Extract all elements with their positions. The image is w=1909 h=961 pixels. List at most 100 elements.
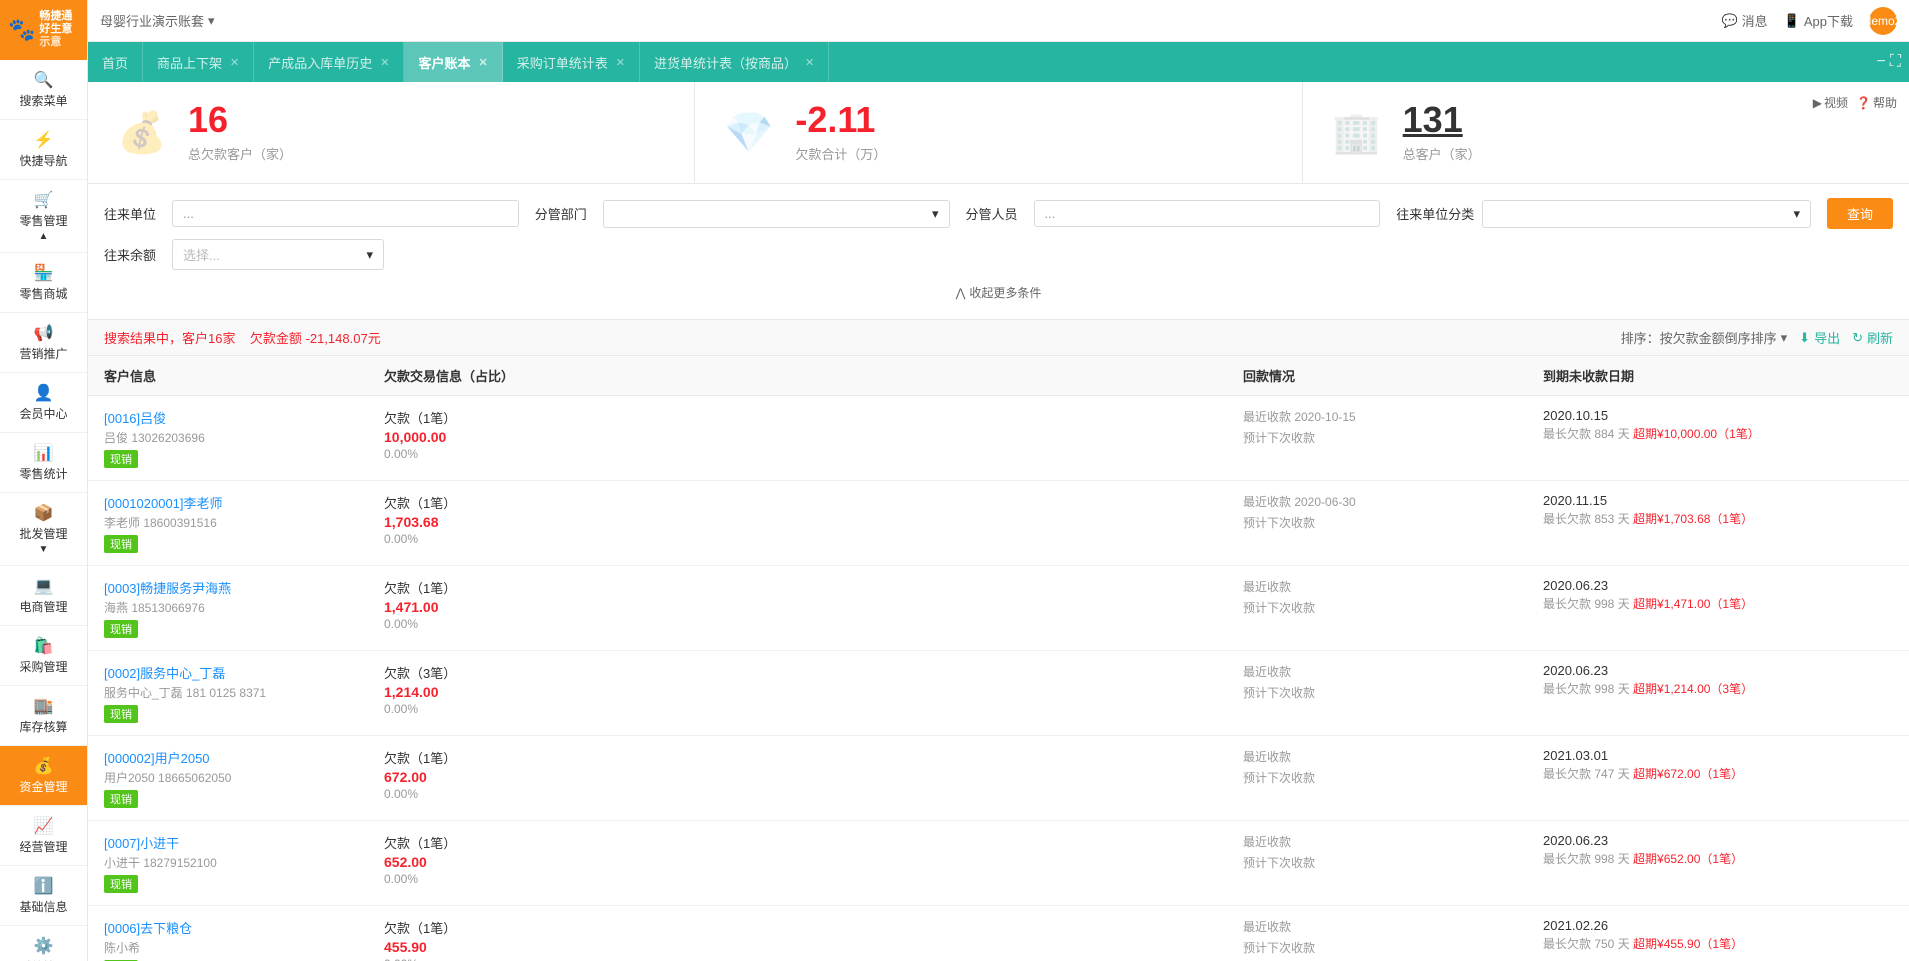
results-amount: 欠款金额 -21,148.07元 (250, 331, 381, 346)
overdue-days-6: 最长欠款 750 天 超期¥455.90（1笔） (1543, 935, 1893, 952)
export-button[interactable]: ⬇ 导出 (1799, 328, 1840, 347)
customer-tag-2: 现销 (104, 620, 138, 638)
recovery-next-3: 预计下次收款 (1243, 684, 1543, 701)
overdue-amount-4[interactable]: 超期¥672.00（1笔） (1633, 767, 1743, 781)
recovery-latest-4: 最近收款 (1243, 748, 1543, 765)
sidebar-item-purchase-mgmt[interactable]: 🛍️采购管理 (0, 626, 87, 686)
maximize-icon[interactable]: ⛶ (1890, 53, 1901, 71)
overdue-amount-1[interactable]: 超期¥1,703.68（1笔） (1633, 512, 1753, 526)
customer-name-5[interactable]: [0007]小进干 (104, 833, 384, 852)
user-avatar[interactable]: demo2 (1869, 7, 1897, 35)
tab-home[interactable]: 首页 (88, 42, 143, 82)
collapse-row[interactable]: ⋀ 收起更多条件 (104, 280, 1893, 305)
overdue-amount-2[interactable]: 超期¥1,471.00（1笔） (1633, 597, 1753, 611)
logo-sub: 示意 (39, 36, 79, 49)
tab-close-customer-account[interactable]: ✕ (479, 56, 488, 69)
unit-category-select[interactable]: ▾ (1482, 200, 1811, 228)
table-rows: [0016]吕俊 吕俊 13026203696 现销 欠款（1笔） 10,000… (88, 396, 1909, 961)
inventory-icon: 🏬 (34, 696, 54, 716)
cell-recovery-1: 最近收款 2020-06-30 预计下次收款 (1243, 493, 1543, 553)
cell-customer-1: [0001020001]李老师 李老师 18600391516 现销 (104, 493, 384, 553)
sidebar-item-finance-mgmt[interactable]: 💰资金管理 (0, 746, 87, 806)
help-action[interactable]: ❓ 帮助 (1856, 94, 1897, 111)
customer-name-4[interactable]: [000002]用户2050 (104, 748, 384, 767)
sidebar-item-operations-mgmt[interactable]: 📈经营管理 (0, 806, 87, 866)
debt-percent-6: 0.00% (384, 957, 1243, 961)
debt-amount-6[interactable]: 455.90 (384, 939, 1243, 955)
dept-select[interactable]: ▾ (603, 200, 950, 228)
tab-close-purchase-stats[interactable]: ✕ (805, 56, 814, 69)
card-label-debt-total: 欠款合计（万） (795, 144, 1277, 163)
customer-name-3[interactable]: [0002]服务中心_丁磊 (104, 663, 384, 682)
customer-name-0[interactable]: [0016]吕俊 (104, 408, 384, 427)
video-action[interactable]: ▶ 视频 (1813, 94, 1848, 111)
person-input[interactable]: ... (1034, 200, 1381, 227)
sidebar-item-retail-mall[interactable]: 🏪零售商城 (0, 253, 87, 313)
debt-amount-3[interactable]: 1,214.00 (384, 684, 1243, 700)
debt-count-2: 欠款（1笔） (384, 578, 1243, 597)
tab-close-product-shelf[interactable]: ✕ (230, 56, 239, 69)
tab-close-production-history[interactable]: ✕ (380, 56, 389, 69)
tab-close-purchase-order[interactable]: ✕ (616, 56, 625, 69)
cell-overdue-0: 2020.10.15 最长欠款 884 天 超期¥10,000.00（1笔） (1543, 408, 1893, 468)
search-button[interactable]: 查询 (1827, 198, 1893, 229)
card-label-total-customers: 总客户（家） (1403, 144, 1885, 163)
sidebar-item-member-center[interactable]: 👤会员中心 (0, 373, 87, 433)
debt-count-6: 欠款（1笔） (384, 918, 1243, 937)
customer-name-2[interactable]: [0003]畅捷服务尹海燕 (104, 578, 384, 597)
tab-purchase-order[interactable]: 采购订单统计表✕ (503, 42, 640, 82)
tab-product-shelf[interactable]: 商品上下架✕ (143, 42, 254, 82)
sidebar-item-quick-nav[interactable]: ⚡快捷导航 (0, 120, 87, 180)
sidebar-item-label: 批发管理 (19, 525, 67, 542)
debt-amount-4[interactable]: 672.00 (384, 769, 1243, 785)
cell-recovery-2: 最近收款 预计下次收款 (1243, 578, 1543, 638)
app-download-action[interactable]: 📱 App下载 (1784, 11, 1853, 30)
tabs-controls: −⛶ (1868, 53, 1909, 71)
refresh-button[interactable]: ↻ 刷新 (1852, 328, 1893, 347)
recovery-latest-6: 最近收款 (1243, 918, 1543, 935)
sidebar-item-system-mgmt[interactable]: ⚙️系统管理 (0, 926, 87, 961)
overdue-amount-5[interactable]: 超期¥652.00（1笔） (1633, 852, 1743, 866)
finance-mgmt-icon: 💰 (34, 756, 54, 776)
sidebar-item-retail-mgmt[interactable]: 🛒零售管理▲ (0, 180, 87, 253)
customer-name-6[interactable]: [0006]去下粮仓 (104, 918, 384, 937)
debt-amount-1[interactable]: 1,703.68 (384, 514, 1243, 530)
sidebar-item-batch-mgmt[interactable]: 📦批发管理▼ (0, 493, 87, 566)
card-content-total-customers: 131 总客户（家） (1403, 102, 1885, 163)
app-logo[interactable]: 🐾 畅捷通好生意 示意 (0, 0, 87, 60)
sidebar-item-retail-stats[interactable]: 📊零售统计 (0, 433, 87, 493)
col-header-debt: 欠款交易信息（占比） (384, 366, 1243, 385)
tab-purchase-stats[interactable]: 进货单统计表（按商品）✕ (640, 42, 829, 82)
message-label: 消息 (1742, 11, 1768, 30)
overdue-amount-3[interactable]: 超期¥1,214.00（3笔） (1633, 682, 1753, 696)
sidebar-item-marketing[interactable]: 📢营销推广 (0, 313, 87, 373)
message-action[interactable]: 💬 消息 (1721, 11, 1767, 30)
from-unit-input[interactable]: ... (172, 200, 519, 227)
overdue-amount-6[interactable]: 超期¥455.90（1笔） (1633, 937, 1743, 951)
cell-recovery-5: 最近收款 预计下次收款 (1243, 833, 1543, 893)
marketing-icon: 📢 (34, 323, 54, 343)
tab-customer-account[interactable]: 客户账本✕ (404, 42, 502, 82)
minimize-icon[interactable]: − (1876, 53, 1885, 71)
customer-name-1[interactable]: [0001020001]李老师 (104, 493, 384, 512)
overdue-amount-0[interactable]: 超期¥10,000.00（1笔） (1633, 427, 1760, 441)
debt-amount-5[interactable]: 652.00 (384, 854, 1243, 870)
remaining-select[interactable]: 选择... ▾ (172, 239, 384, 270)
sidebar-item-ecommerce-mgmt[interactable]: 💻电商管理 (0, 566, 87, 626)
overdue-date-5: 2020.06.23 (1543, 833, 1893, 848)
cell-overdue-3: 2020.06.23 最长欠款 998 天 超期¥1,214.00（3笔） (1543, 663, 1893, 723)
tab-production-history[interactable]: 产成品入库单历史✕ (254, 42, 404, 82)
filter-remaining: 往来余额 选择... ▾ (104, 239, 384, 270)
cell-customer-3: [0002]服务中心_丁磊 服务中心_丁磊 181 0125 8371 现销 (104, 663, 384, 723)
sidebar-item-inventory[interactable]: 🏬库存核算 (0, 686, 87, 746)
summary-card-debt-total: 💎 -2.11 欠款合计（万） (695, 82, 1302, 183)
debt-amount-2[interactable]: 1,471.00 (384, 599, 1243, 615)
avatar-text: demo2 (1865, 14, 1902, 28)
sort-selector[interactable]: 排序：按欠款金额倒序排序 ▾ (1621, 328, 1788, 347)
industry-selector[interactable]: 母婴行业演示账套 ▾ (100, 11, 215, 30)
system-mgmt-icon: ⚙️ (34, 936, 54, 956)
sidebar-item-search-menu[interactable]: 🔍搜索菜单 (0, 60, 87, 120)
sidebar-item-basic-info[interactable]: ℹ️基础信息 (0, 866, 87, 926)
debt-count-4: 欠款（1笔） (384, 748, 1243, 767)
debt-amount-0[interactable]: 10,000.00 (384, 429, 1243, 445)
